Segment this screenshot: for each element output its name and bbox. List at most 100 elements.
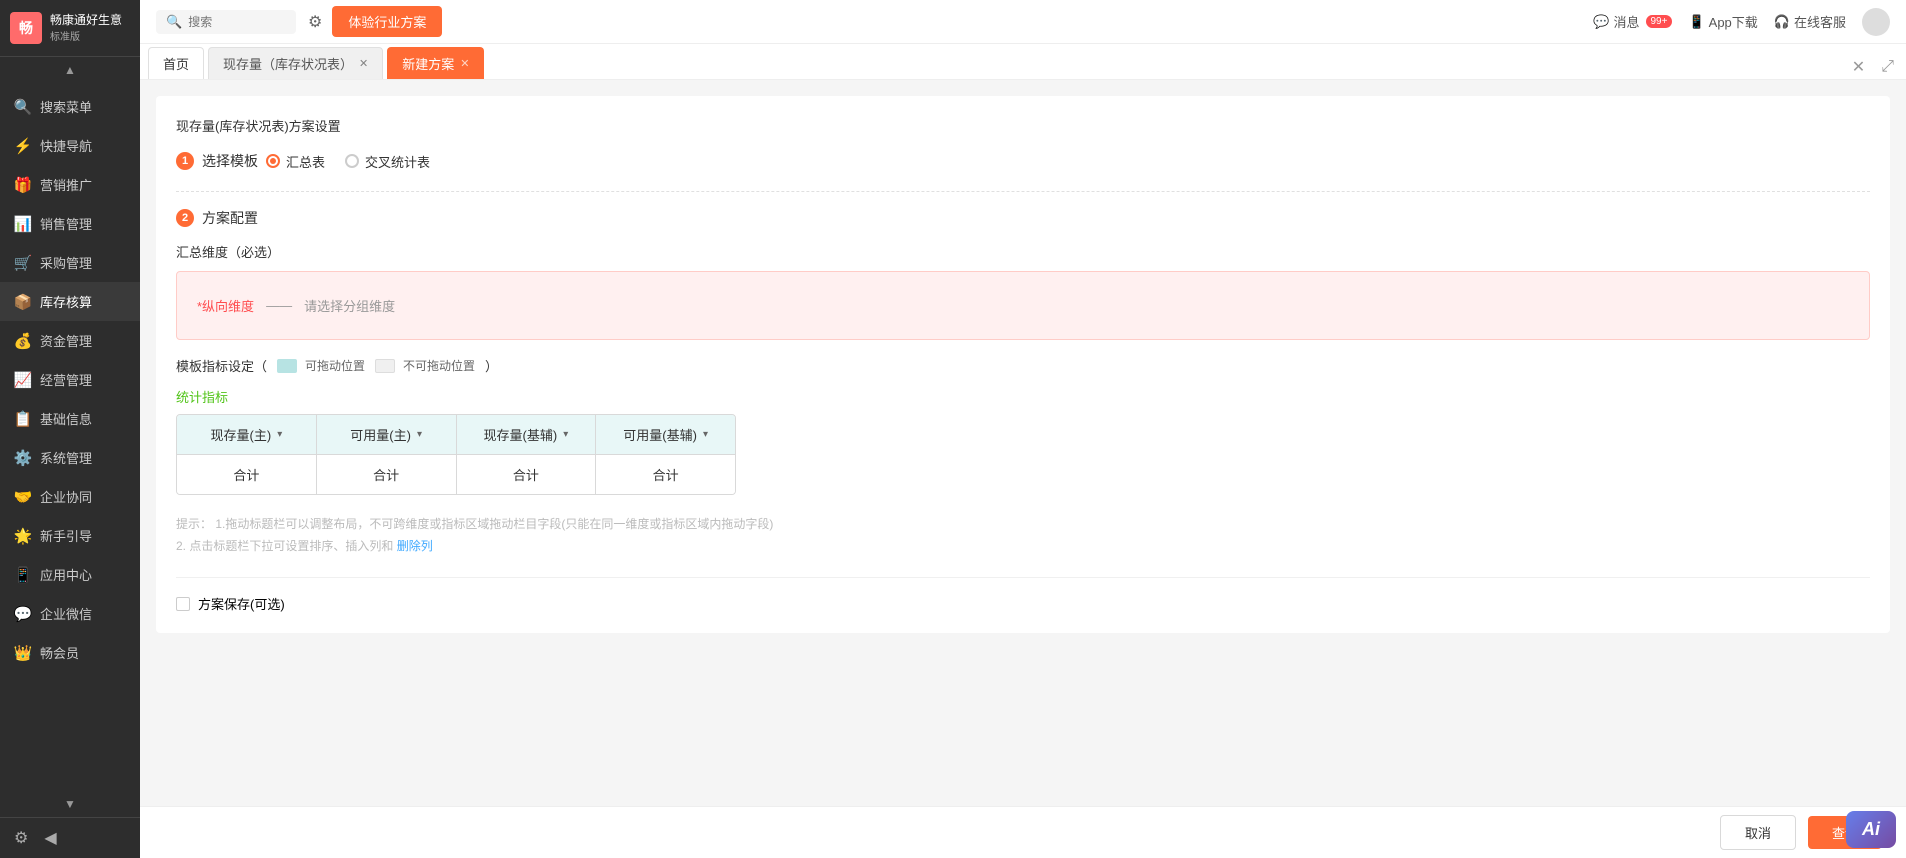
save-checkbox[interactable] (176, 597, 190, 611)
non-draggable-legend-label: 不可拖动位置 (403, 357, 475, 374)
inventory-status-tab-close[interactable]: ✕ (359, 57, 368, 70)
bottom-bar: 取消 查询 (140, 806, 1906, 858)
draggable-legend-box (277, 359, 297, 373)
expand-window-button[interactable]: ⤢ (1877, 56, 1898, 78)
sidebar-item-purchase[interactable]: 🛒 采购管理 (0, 243, 140, 282)
online-service-button[interactable]: 🎧 在线客服 (1774, 12, 1846, 31)
search-input[interactable] (188, 15, 268, 29)
non-draggable-legend-box (375, 359, 395, 373)
finance-icon: 💰 (14, 332, 32, 350)
step2-badge: 2 (176, 209, 194, 227)
sidebar-item-label: 新手引导 (40, 526, 92, 545)
col4-chevron-icon: ▾ (703, 429, 708, 440)
topbar: 🔍 ⚙ 体验行业方案 💬 消息 99+ 📱 App下载 🎧 在线客服 (140, 0, 1906, 44)
radio-summary-dot (266, 154, 280, 168)
sidebar-item-enterprise-wechat[interactable]: 💬 企业微信 (0, 594, 140, 633)
radio-crosstab[interactable]: 交叉统计表 (345, 152, 430, 171)
sidebar-item-basic-info[interactable]: 📋 基础信息 (0, 399, 140, 438)
step1-title: 选择模板 (202, 151, 258, 171)
trial-button[interactable]: 体验行业方案 (332, 6, 442, 37)
plan-settings-panel: 现存量(库存状况表)方案设置 1 选择模板 汇总表 交叉统计表 (156, 96, 1890, 633)
sidebar-item-inventory[interactable]: 📦 库存核算 (0, 282, 140, 321)
newcomer-icon: 🌟 (14, 527, 32, 545)
sidebar-item-enterprise[interactable]: 🤝 企业协同 (0, 477, 140, 516)
collapse-sidebar-icon[interactable]: ◀ (44, 828, 56, 848)
purchase-icon: 🛒 (14, 254, 32, 272)
sidebar-item-app-center[interactable]: 📱 应用中心 (0, 555, 140, 594)
enterprise-wechat-icon: 💬 (14, 605, 32, 623)
topbar-gear-icon[interactable]: ⚙ (308, 12, 322, 32)
message-button[interactable]: 💬 消息 99+ (1593, 12, 1672, 31)
dimension-box[interactable]: *纵向维度 —— 请选择分组维度 (176, 271, 1870, 340)
tip2-prefix: 2. 点击标题栏下拉可设置排序、插入列和 (176, 539, 393, 553)
app-name: 畅康通好生意 (50, 13, 122, 29)
stats-col4-header[interactable]: 可用量(基辅) ▾ (596, 415, 735, 454)
stats-col2-header[interactable]: 可用量(主) ▾ (317, 415, 457, 454)
sidebar-logo: 畅 畅康通好生意 标准版 (0, 0, 140, 57)
col2-chevron-icon: ▾ (417, 429, 422, 440)
app-download-icon: 📱 (1688, 14, 1704, 30)
tab-home[interactable]: 首页 (148, 47, 204, 79)
tab-new-plan[interactable]: 新建方案 ✕ (387, 47, 484, 79)
system-icon: ⚙️ (14, 449, 32, 467)
topbar-actions: ⚙ 体验行业方案 (308, 6, 1581, 37)
main-content: 🔍 ⚙ 体验行业方案 💬 消息 99+ 📱 App下载 🎧 在线客服 (140, 0, 1906, 858)
app-download-button[interactable]: 📱 App下载 (1688, 12, 1757, 31)
dimension-label-text: 汇总维度（必选） (176, 245, 280, 260)
sidebar-item-operations[interactable]: 📈 经营管理 (0, 360, 140, 399)
search-box[interactable]: 🔍 (156, 10, 296, 34)
stats-col3-header[interactable]: 现存量(基辅) ▾ (457, 415, 597, 454)
enterprise-icon: 🤝 (14, 488, 32, 506)
indicator-settings: 模板指标设定（ 可拖动位置 不可拖动位置 ） 统计指标 (176, 356, 1870, 498)
sidebar-item-search[interactable]: 🔍 搜索菜单 (0, 87, 140, 126)
step2-section: 2 方案配置 汇总维度（必选） *纵向维度 —— 请选择分组维度 (176, 208, 1870, 557)
indicator-label-suffix: ） (485, 356, 498, 375)
sidebar-item-marketing[interactable]: 🎁 营销推广 (0, 165, 140, 204)
panel-title: 现存量(库存状况表)方案设置 (176, 116, 1870, 135)
dimension-row: *纵向维度 —— 请选择分组维度 (197, 296, 395, 315)
tip2-link[interactable]: 删除列 (397, 539, 433, 553)
dimension-dash: —— (266, 298, 292, 313)
sidebar-item-label: 应用中心 (40, 565, 92, 584)
topbar-right: 💬 消息 99+ 📱 App下载 🎧 在线客服 (1593, 8, 1890, 36)
headset-icon: 🎧 (1774, 14, 1790, 30)
scroll-down-arrow[interactable]: ▼ (62, 795, 78, 813)
tab-inventory-status[interactable]: 现存量（库存状况表） ✕ (208, 47, 383, 79)
ai-badge[interactable]: Ai (1846, 811, 1896, 848)
stats-col1-header[interactable]: 现存量(主) ▾ (177, 415, 317, 454)
stats-section: 统计指标 现存量(主) ▾ 可用量(主) ▾ (176, 387, 1870, 498)
settings-footer-icon[interactable]: ⚙ (14, 828, 28, 848)
message-label: 消息 (1613, 12, 1639, 31)
inventory-status-tab-label: 现存量（库存状况表） (223, 54, 353, 73)
user-avatar[interactable] (1862, 8, 1890, 36)
dimension-section-label: 汇总维度（必选） (176, 242, 1870, 261)
search-menu-icon: 🔍 (14, 98, 32, 116)
sidebar-item-label: 经营管理 (40, 370, 92, 389)
new-plan-tab-close[interactable]: ✕ (460, 57, 469, 70)
basic-info-icon: 📋 (14, 410, 32, 428)
indicator-legend-non: 不可拖动位置 (375, 357, 475, 374)
sidebar-item-member[interactable]: 👑 畅会员 (0, 633, 140, 672)
close-window-button[interactable]: ✕ (1848, 55, 1869, 79)
sidebar-footer: ⚙ ◀ (0, 817, 140, 858)
step1-header: 1 选择模板 汇总表 交叉统计表 (176, 151, 1870, 171)
sidebar-item-newcomer[interactable]: 🌟 新手引导 (0, 516, 140, 555)
sidebar-item-label: 库存核算 (40, 292, 92, 311)
tip2: 2. 点击标题栏下拉可设置排序、插入列和 删除列 (176, 536, 1870, 558)
message-badge: 99+ (1646, 15, 1673, 28)
stats-header-row: 现存量(主) ▾ 可用量(主) ▾ 现存量(基辅) ▾ (177, 415, 735, 455)
cancel-button[interactable]: 取消 (1720, 815, 1796, 850)
sidebar-item-sales[interactable]: 📊 销售管理 (0, 204, 140, 243)
sidebar-item-quick-nav[interactable]: ⚡ 快捷导航 (0, 126, 140, 165)
scroll-up-arrow[interactable]: ▲ (62, 61, 78, 79)
sidebar-item-label: 企业协同 (40, 487, 92, 506)
sidebar-item-label: 销售管理 (40, 214, 92, 233)
sidebar-item-label: 基础信息 (40, 409, 92, 428)
dimension-placeholder: 请选择分组维度 (304, 296, 395, 315)
marketing-icon: 🎁 (14, 176, 32, 194)
stats-col3-data: 合计 (457, 455, 597, 494)
sidebar-item-system[interactable]: ⚙️ 系统管理 (0, 438, 140, 477)
content-area: 现存量(库存状况表)方案设置 1 选择模板 汇总表 交叉统计表 (140, 80, 1906, 806)
sidebar-item-finance[interactable]: 💰 资金管理 (0, 321, 140, 360)
radio-summary[interactable]: 汇总表 (266, 152, 325, 171)
